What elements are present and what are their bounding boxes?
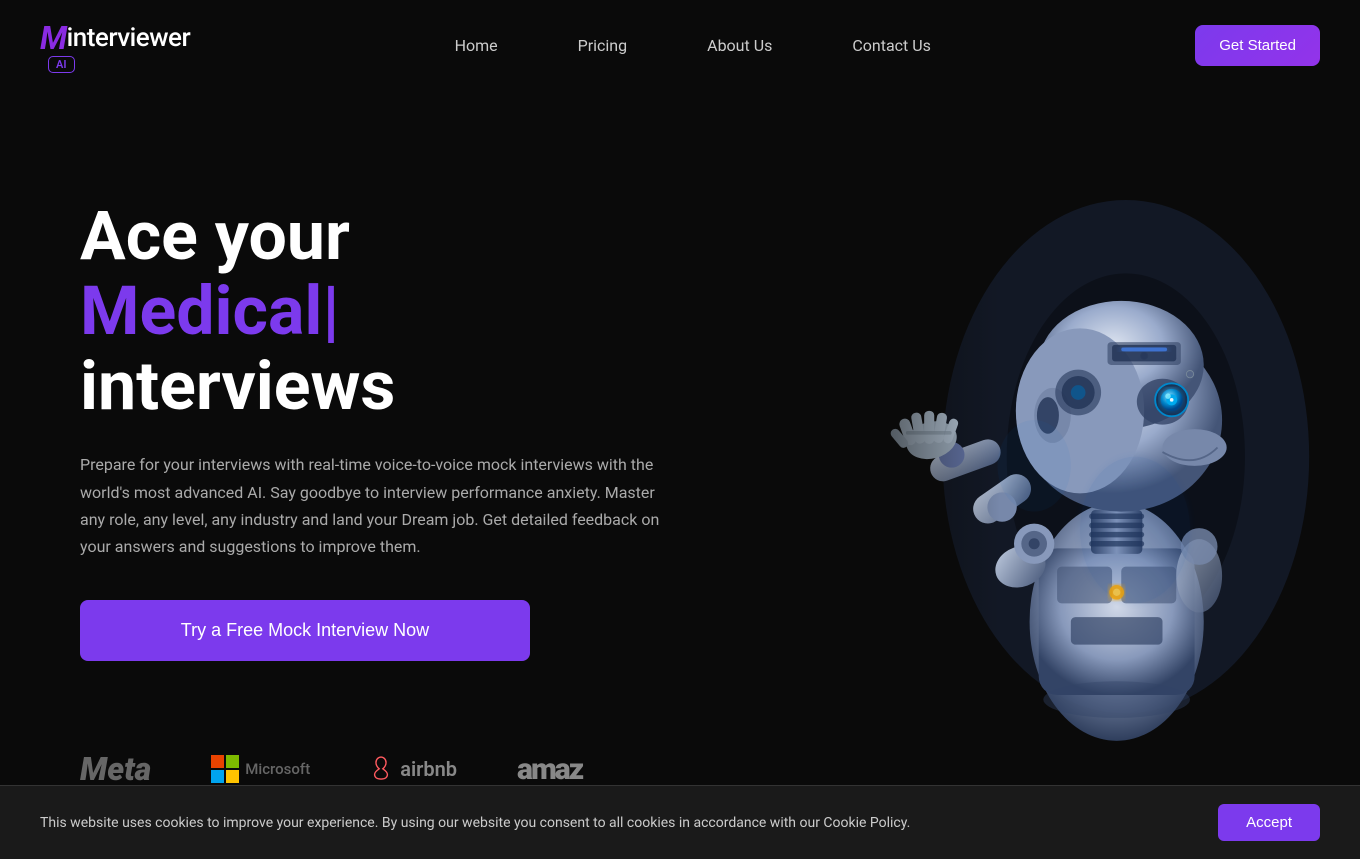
microsoft-grid-icon [211, 755, 239, 783]
nav-link-about[interactable]: About Us [707, 36, 772, 55]
brand-amazon: amaz [517, 752, 582, 787]
accept-cookie-button[interactable]: Accept [1218, 804, 1320, 841]
cookie-banner: This website uses cookies to improve you… [0, 785, 1360, 859]
brand-microsoft: Microsoft [211, 755, 310, 783]
navbar: Minterviewer AI Home Pricing About Us Co… [0, 0, 1360, 90]
hero-title-line1: Ace your [80, 196, 350, 276]
brand-microsoft-text: Microsoft [245, 760, 310, 778]
brand-airbnb: airbnb [370, 755, 457, 783]
ms-red [211, 755, 224, 768]
logo[interactable]: Minterviewer AI [40, 19, 190, 72]
ms-blue [211, 770, 224, 783]
hero-title-highlight: Medical| [80, 274, 660, 349]
nav-item-pricing[interactable]: Pricing [578, 36, 628, 55]
nav-link-pricing[interactable]: Pricing [578, 36, 628, 55]
brand-meta: Meta [80, 750, 151, 788]
airbnb-icon [370, 755, 392, 783]
nav-links: Home Pricing About Us Contact Us [455, 36, 931, 55]
logo-text: interviewer [67, 23, 190, 53]
nav-link-contact[interactable]: Contact Us [852, 36, 931, 55]
hero-title-line3: interviews [80, 349, 660, 424]
brand-airbnb-text: airbnb [400, 757, 457, 781]
hero-section: Ace your Medical| interviews Prepare for… [0, 90, 1360, 750]
nav-link-home[interactable]: Home [455, 36, 498, 55]
hero-content: Ace your Medical| interviews Prepare for… [80, 199, 660, 661]
ms-green [226, 755, 239, 768]
nav-item-about[interactable]: About Us [707, 36, 772, 55]
get-started-button[interactable]: Get Started [1195, 25, 1320, 66]
nav-item-contact[interactable]: Contact Us [852, 36, 931, 55]
ms-yellow [226, 770, 239, 783]
cta-button[interactable]: Try a Free Mock Interview Now [80, 600, 530, 661]
logo-ai-badge: AI [48, 56, 75, 73]
nav-item-home[interactable]: Home [455, 36, 498, 55]
hero-robot-image [800, 90, 1360, 750]
cookie-text: This website uses cookies to improve you… [40, 815, 1178, 831]
robot-gradient-overlay [800, 90, 1000, 750]
logo-m-letter: M [40, 19, 67, 57]
hero-title: Ace your Medical| interviews [80, 199, 660, 423]
hero-description: Prepare for your interviews with real-ti… [80, 451, 660, 560]
